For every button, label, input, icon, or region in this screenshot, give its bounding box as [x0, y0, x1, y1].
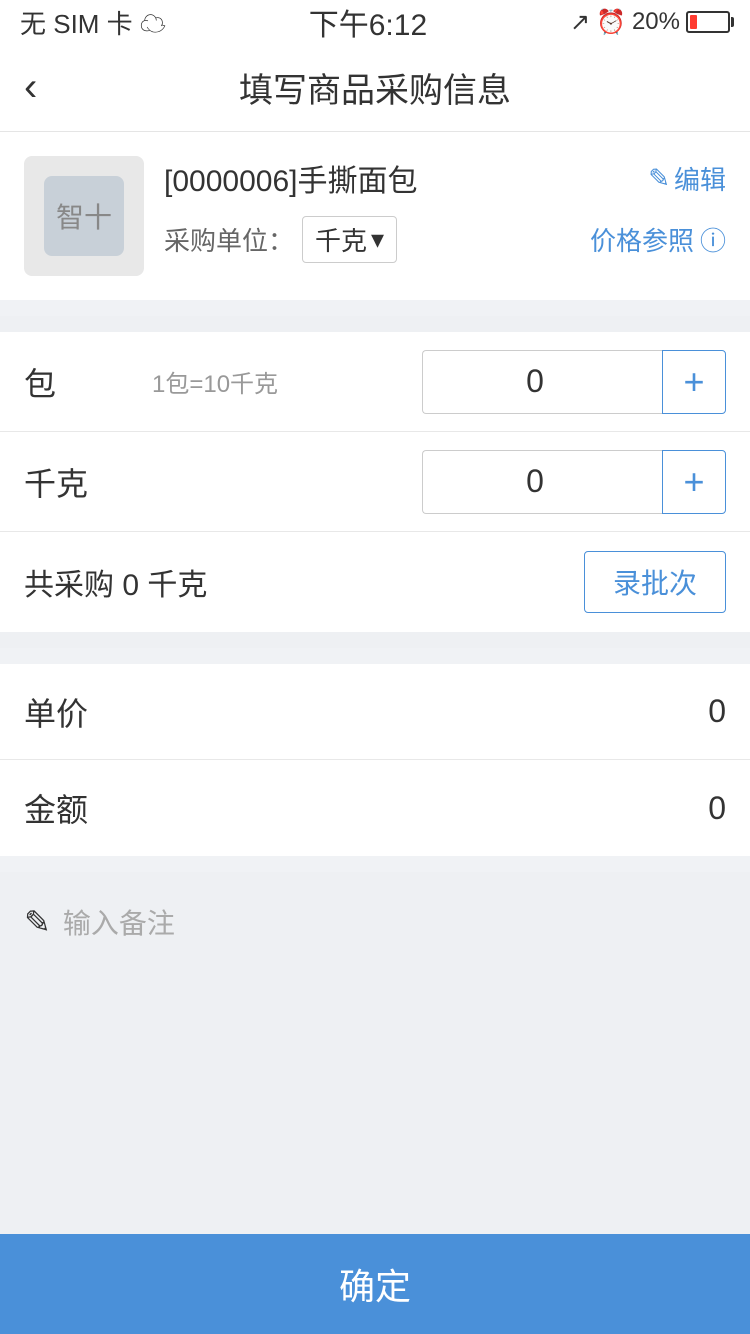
spacer [0, 972, 750, 1234]
note-placeholder: 输入备注 [63, 902, 175, 942]
price-ref-help-icon: ⓘ [700, 221, 726, 258]
unit-value: 千克 [315, 221, 367, 258]
unit-price-label: 单价 [24, 689, 88, 735]
kg-quantity-input[interactable] [422, 450, 662, 514]
bag-quantity-input[interactable] [422, 350, 662, 414]
logo-text: 智十 [56, 196, 112, 236]
status-time: 下午6:12 [309, 0, 427, 44]
main-content: 智十 [0000006]手撕面包 ✎ 编辑 采购单位： 千克 ▾ [0, 132, 750, 1234]
edit-button[interactable]: ✎ 编辑 [648, 160, 726, 197]
product-info: [0000006]手撕面包 ✎ 编辑 采购单位： 千克 ▾ 价格参照 ⓘ [164, 156, 726, 263]
header: ‹ 填写商品采购信息 [0, 44, 750, 132]
kg-label: 千克 [24, 459, 144, 505]
divider-2 [0, 632, 750, 648]
amount-row: 金额 0 [0, 760, 750, 856]
note-section[interactable]: ✎ 输入备注 [0, 872, 750, 972]
price-ref-button[interactable]: 价格参照 ⓘ [590, 221, 726, 258]
edit-icon: ✎ [648, 163, 670, 194]
battery-icon [686, 11, 730, 33]
info-section: 单价 0 金额 0 [0, 664, 750, 856]
unit-dropdown-icon: ▾ [371, 224, 384, 255]
price-ref-label: 价格参照 [590, 221, 694, 258]
amount-value: 0 [708, 790, 726, 827]
kg-input-right: + [422, 450, 726, 514]
product-logo: 智十 [44, 176, 124, 256]
bag-input-row: 包 1包=10千克 + [0, 332, 750, 432]
back-button[interactable]: ‹ [24, 65, 37, 110]
battery-text: 20% [632, 8, 680, 36]
edit-label: 编辑 [674, 160, 726, 197]
divider-1 [0, 316, 750, 332]
product-top-row: [0000006]手撕面包 ✎ 编辑 [164, 156, 726, 200]
back-chevron-icon: ‹ [24, 65, 37, 110]
product-name: [0000006]手撕面包 [164, 156, 417, 200]
bag-sublabel: 1包=10千克 [152, 364, 278, 399]
summary-text: 共采购 0 千克 [24, 560, 207, 604]
input-section: 包 1包=10千克 + 千克 + 共采购 0 千克 录批次 [0, 332, 750, 632]
location-icon: ↗ [570, 8, 590, 37]
bag-label: 包 [24, 359, 144, 405]
unit-prefix: 采购单位： [164, 221, 294, 258]
bag-input-right: + [422, 350, 726, 414]
status-left: 无 SIM 卡 ☁ [20, 4, 166, 41]
no-sim-text: 无 SIM 卡 ☁ [20, 4, 166, 41]
product-image: 智十 [24, 156, 144, 276]
unit-price-row: 单价 0 [0, 664, 750, 760]
kg-plus-button[interactable]: + [662, 450, 726, 514]
unit-price-value: 0 [708, 693, 726, 730]
product-card: 智十 [0000006]手撕面包 ✎ 编辑 采购单位： 千克 ▾ [0, 132, 750, 300]
kg-input-row: 千克 + [0, 432, 750, 532]
confirm-button[interactable]: 确定 [0, 1234, 750, 1334]
summary-row: 共采购 0 千克 录批次 [0, 532, 750, 632]
record-batch-button[interactable]: 录批次 [584, 551, 726, 613]
alarm-icon: ⏰ [596, 8, 626, 37]
unit-label: 采购单位： 千克 ▾ [164, 216, 397, 263]
status-bar: 无 SIM 卡 ☁ 下午6:12 ↗ ⏰ 20% [0, 0, 750, 44]
status-right: ↗ ⏰ 20% [570, 8, 730, 37]
bag-plus-button[interactable]: + [662, 350, 726, 414]
amount-label: 金额 [24, 785, 88, 831]
pencil-icon: ✎ [24, 903, 51, 941]
unit-select[interactable]: 千克 ▾ [302, 216, 397, 263]
page-title: 填写商品采购信息 [239, 63, 511, 112]
product-bottom-row: 采购单位： 千克 ▾ 价格参照 ⓘ [164, 216, 726, 263]
